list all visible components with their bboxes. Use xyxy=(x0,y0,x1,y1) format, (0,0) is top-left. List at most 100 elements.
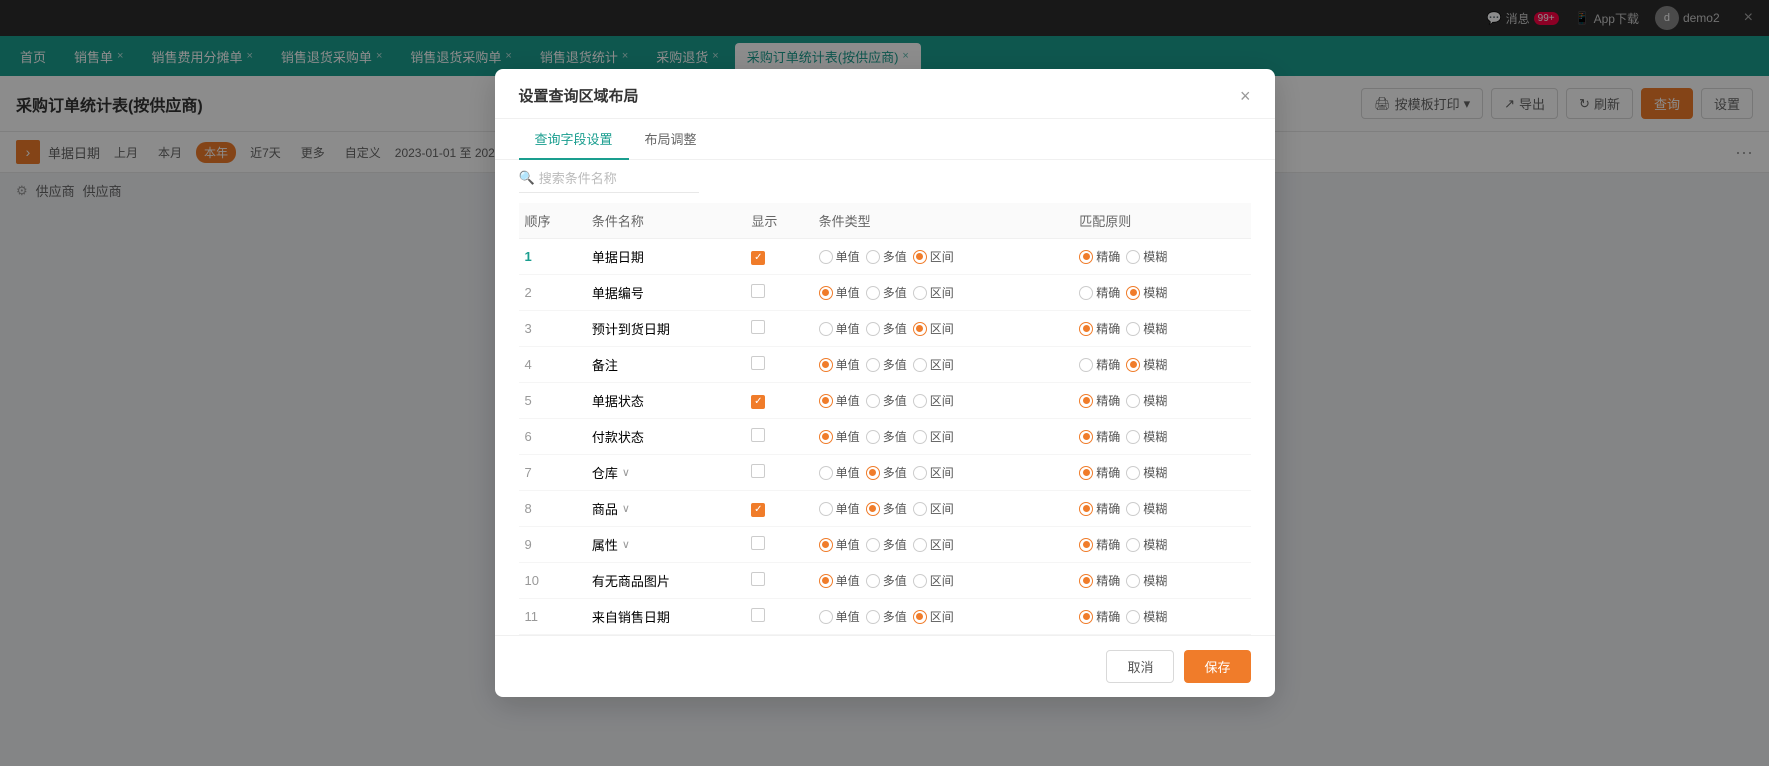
radio-label: 多值 xyxy=(883,392,907,409)
radio-label: 多值 xyxy=(883,284,907,301)
match-radio-item[interactable]: 精确 xyxy=(1079,284,1120,301)
cell-match: 精确模糊 xyxy=(1073,311,1250,347)
radio-circle xyxy=(819,502,833,516)
type-radio-item[interactable]: 多值 xyxy=(866,464,907,481)
radio-circle xyxy=(913,358,927,372)
type-radio-item[interactable]: 多值 xyxy=(866,320,907,337)
match-radio-item[interactable]: 模糊 xyxy=(1126,356,1167,373)
match-radio-item[interactable]: 模糊 xyxy=(1126,248,1167,265)
type-radio-item[interactable]: 多值 xyxy=(866,536,907,553)
match-radio-item[interactable]: 精确 xyxy=(1079,428,1120,445)
match-radio-item[interactable]: 精确 xyxy=(1079,536,1120,553)
radio-circle xyxy=(1079,538,1093,552)
query-table: 顺序 条件名称 显示 条件类型 匹配原则 1单据日期✓单值多值区间精确模糊2单据… xyxy=(519,203,1251,635)
type-radio-item[interactable]: 多值 xyxy=(866,500,907,517)
search-input[interactable] xyxy=(539,171,699,186)
tab-layout[interactable]: 布局调整 xyxy=(629,119,713,160)
table-row: 2单据编号单值多值区间精确模糊 xyxy=(519,275,1251,311)
type-radio-item[interactable]: 多值 xyxy=(866,608,907,625)
display-checkbox[interactable]: ✓ xyxy=(751,395,765,409)
save-button[interactable]: 保存 xyxy=(1184,650,1250,683)
type-radio-item[interactable]: 单值 xyxy=(819,284,860,301)
chevron-down-icon[interactable]: ∨ xyxy=(622,502,630,515)
type-radio-item[interactable]: 单值 xyxy=(819,464,860,481)
display-checkbox[interactable]: ✓ xyxy=(751,251,765,265)
display-checkbox[interactable] xyxy=(751,320,765,334)
match-radio-item[interactable]: 精确 xyxy=(1079,464,1120,481)
display-checkbox[interactable] xyxy=(751,356,765,370)
match-radio-item[interactable]: 模糊 xyxy=(1126,536,1167,553)
type-radio-item[interactable]: 单值 xyxy=(819,428,860,445)
chevron-down-icon[interactable]: ∨ xyxy=(622,466,630,479)
modal-overlay[interactable]: 设置查询区域布局 × 查询字段设置 布局调整 🔍 顺序 xyxy=(0,0,1769,766)
display-checkbox[interactable] xyxy=(751,464,765,478)
radio-label: 单值 xyxy=(836,356,860,373)
order-number: 5 xyxy=(525,393,532,408)
type-radio-item[interactable]: 单值 xyxy=(819,248,860,265)
type-radio-item[interactable]: 多值 xyxy=(866,572,907,589)
match-radio-item[interactable]: 模糊 xyxy=(1126,284,1167,301)
modal-close-button[interactable]: × xyxy=(1240,87,1251,105)
col-order: 顺序 xyxy=(519,203,586,239)
match-radio-item[interactable]: 模糊 xyxy=(1126,500,1167,517)
cancel-button[interactable]: 取消 xyxy=(1106,650,1174,683)
display-checkbox[interactable] xyxy=(751,572,765,586)
match-radio-item[interactable]: 模糊 xyxy=(1126,608,1167,625)
match-radio-item[interactable]: 模糊 xyxy=(1126,428,1167,445)
radio-label: 单值 xyxy=(836,248,860,265)
type-radio-item[interactable]: 单值 xyxy=(819,356,860,373)
type-radio-item[interactable]: 区间 xyxy=(913,500,954,517)
radio-label: 单值 xyxy=(836,572,860,589)
type-radio-item[interactable]: 多值 xyxy=(866,392,907,409)
type-radio-item[interactable]: 单值 xyxy=(819,392,860,409)
cell-match: 精确模糊 xyxy=(1073,347,1250,383)
tab-layout-label: 布局调整 xyxy=(645,132,697,147)
type-radio-item[interactable]: 区间 xyxy=(913,392,954,409)
display-checkbox[interactable]: ✓ xyxy=(751,503,765,517)
type-radio-item[interactable]: 单值 xyxy=(819,572,860,589)
match-radio-item[interactable]: 模糊 xyxy=(1126,320,1167,337)
match-radio-item[interactable]: 模糊 xyxy=(1126,572,1167,589)
match-radio-item[interactable]: 模糊 xyxy=(1126,392,1167,409)
cell-name: 单据日期 xyxy=(586,239,745,275)
match-radio-item[interactable]: 精确 xyxy=(1079,248,1120,265)
type-radio-item[interactable]: 区间 xyxy=(913,356,954,373)
type-radio-item[interactable]: 多值 xyxy=(866,356,907,373)
radio-label: 精确 xyxy=(1096,284,1120,301)
radio-circle xyxy=(1126,286,1140,300)
radio-circle xyxy=(1126,538,1140,552)
cell-order: 2 xyxy=(519,275,586,311)
display-checkbox[interactable] xyxy=(751,536,765,550)
match-radio-item[interactable]: 精确 xyxy=(1079,356,1120,373)
type-radio-item[interactable]: 多值 xyxy=(866,284,907,301)
tab-query-fields[interactable]: 查询字段设置 xyxy=(519,119,629,160)
type-radio-item[interactable]: 区间 xyxy=(913,464,954,481)
display-checkbox[interactable] xyxy=(751,608,765,622)
type-radio-item[interactable]: 多值 xyxy=(866,428,907,445)
type-radio-item[interactable]: 单值 xyxy=(819,500,860,517)
type-radio-item[interactable]: 区间 xyxy=(913,536,954,553)
match-radio-item[interactable]: 精确 xyxy=(1079,500,1120,517)
match-radio-group: 精确模糊 xyxy=(1079,320,1244,337)
chevron-down-icon[interactable]: ∨ xyxy=(622,538,630,551)
match-radio-item[interactable]: 模糊 xyxy=(1126,464,1167,481)
type-radio-item[interactable]: 区间 xyxy=(913,320,954,337)
type-radio-item[interactable]: 区间 xyxy=(913,608,954,625)
type-radio-item[interactable]: 单值 xyxy=(819,320,860,337)
type-radio-item[interactable]: 单值 xyxy=(819,608,860,625)
type-radio-item[interactable]: 区间 xyxy=(913,572,954,589)
radio-circle xyxy=(913,286,927,300)
match-radio-item[interactable]: 精确 xyxy=(1079,608,1120,625)
match-radio-item[interactable]: 精确 xyxy=(1079,320,1120,337)
match-radio-item[interactable]: 精确 xyxy=(1079,392,1120,409)
type-radio-item[interactable]: 区间 xyxy=(913,284,954,301)
type-radio-item[interactable]: 多值 xyxy=(866,248,907,265)
type-radio-item[interactable]: 区间 xyxy=(913,248,954,265)
display-checkbox[interactable] xyxy=(751,284,765,298)
display-checkbox[interactable] xyxy=(751,428,765,442)
type-radio-group: 单值多值区间 xyxy=(819,320,1068,337)
type-radio-item[interactable]: 单值 xyxy=(819,536,860,553)
cell-match: 精确模糊 xyxy=(1073,275,1250,311)
type-radio-item[interactable]: 区间 xyxy=(913,428,954,445)
match-radio-item[interactable]: 精确 xyxy=(1079,572,1120,589)
